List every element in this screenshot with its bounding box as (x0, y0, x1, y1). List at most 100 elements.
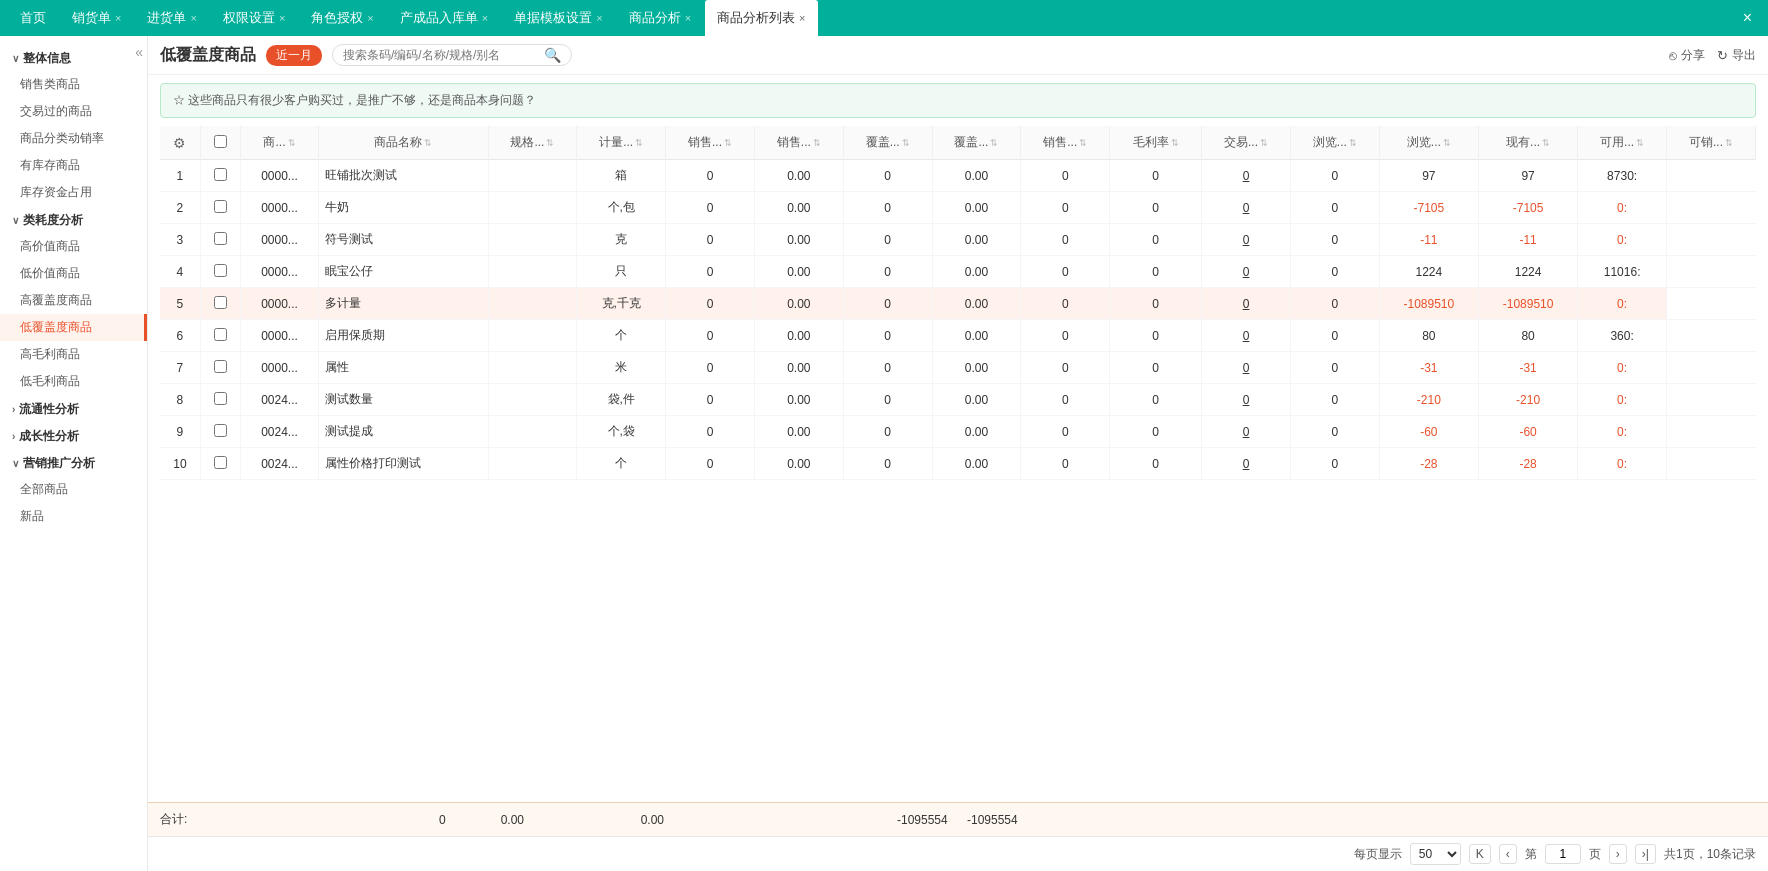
row-link[interactable]: 0 (1202, 384, 1291, 416)
row-checkbox[interactable] (200, 288, 241, 320)
col-s9[interactable]: 浏览...⇅ (1379, 126, 1478, 160)
prev-page-btn[interactable]: ‹ (1499, 844, 1517, 864)
sidebar-item-high-coverage[interactable]: 高覆盖度商品 (0, 287, 147, 314)
page-size-select[interactable]: 50 100 200 (1410, 843, 1461, 865)
col-s8[interactable]: 浏览...⇅ (1290, 126, 1379, 160)
row-checkbox[interactable] (200, 160, 241, 192)
col-s3[interactable]: 覆盖...⇅ (843, 126, 932, 160)
nav-purchase-close[interactable]: × (190, 12, 196, 24)
search-input[interactable] (343, 48, 540, 62)
col-code[interactable]: 商...⇅ (241, 126, 318, 160)
nav-product-close[interactable]: × (482, 12, 488, 24)
row-name[interactable]: 测试提成 (318, 416, 488, 448)
row-s9: -1089510 (1478, 288, 1577, 320)
row-link[interactable]: 0 (1202, 352, 1291, 384)
row-checkbox[interactable] (200, 192, 241, 224)
next-page-btn[interactable]: › (1609, 844, 1627, 864)
first-page-btn[interactable]: K (1469, 844, 1491, 864)
row-checkbox[interactable] (200, 416, 241, 448)
window-close[interactable]: × (1735, 9, 1760, 27)
nav-analysis-list-close[interactable]: × (799, 12, 805, 24)
nav-product[interactable]: 产成品入库单 × (388, 0, 500, 36)
row-name[interactable]: 牛奶 (318, 192, 488, 224)
row-link[interactable]: 0 (1202, 192, 1291, 224)
sidebar-item-category-rate[interactable]: 商品分类动销率 (0, 125, 147, 152)
sidebar-item-high-value[interactable]: 高价值商品 (0, 233, 147, 260)
nav-purchase-label: 进货单 (147, 9, 186, 27)
search-icon[interactable]: 🔍 (544, 47, 561, 63)
col-name[interactable]: 商品名称⇅ (318, 126, 488, 160)
col-s10[interactable]: 现有...⇅ (1478, 126, 1577, 160)
sidebar-item-low-coverage[interactable]: 低覆盖度商品 (0, 314, 147, 341)
col-s7[interactable]: 交易...⇅ (1202, 126, 1291, 160)
sidebar-item-stocked-goods[interactable]: 有库存商品 (0, 152, 147, 179)
sidebar-section-marketing[interactable]: ∨ 营销推广分析 (0, 449, 147, 476)
row-name[interactable]: 属性价格打印测试 (318, 448, 488, 480)
sidebar-section-circulation[interactable]: › 流通性分析 (0, 395, 147, 422)
col-s1[interactable]: 销售...⇅ (666, 126, 755, 160)
nav-analysis[interactable]: 商品分析 × (617, 0, 703, 36)
sidebar-item-low-value[interactable]: 低价值商品 (0, 260, 147, 287)
nav-sales-close[interactable]: × (115, 12, 121, 24)
row-link[interactable]: 0 (1202, 448, 1291, 480)
sidebar-item-low-profit[interactable]: 低毛利商品 (0, 368, 147, 395)
sidebar-item-stock-capital[interactable]: 库存资金占用 (0, 179, 147, 206)
col-s11[interactable]: 可用...⇅ (1578, 126, 1667, 160)
col-s2[interactable]: 销售...⇅ (754, 126, 843, 160)
row-checkbox[interactable] (200, 256, 241, 288)
col-spec[interactable]: 规格...⇅ (488, 126, 577, 160)
col-unit[interactable]: 计量...⇅ (577, 126, 666, 160)
page-input[interactable] (1545, 844, 1581, 864)
row-checkbox[interactable] (200, 224, 241, 256)
sidebar-item-all-goods[interactable]: 全部商品 (0, 476, 147, 503)
col-s5[interactable]: 销售...⇅ (1021, 126, 1110, 160)
nav-role[interactable]: 角色授权 × (299, 0, 385, 36)
nav-purchase[interactable]: 进货单 × (135, 0, 208, 36)
row-checkbox[interactable] (200, 320, 241, 352)
row-name[interactable]: 旺铺批次测试 (318, 160, 488, 192)
nav-role-close[interactable]: × (367, 12, 373, 24)
row-checkbox[interactable] (200, 448, 241, 480)
sidebar-item-traded-goods[interactable]: 交易过的商品 (0, 98, 147, 125)
nav-template-close[interactable]: × (596, 12, 602, 24)
sidebar-item-high-profit[interactable]: 高毛利商品 (0, 341, 147, 368)
sidebar-section-overall[interactable]: ∨ 整体信息 (0, 44, 147, 71)
row-link[interactable]: 0 (1202, 320, 1291, 352)
last-page-btn[interactable]: ›| (1635, 844, 1656, 864)
row-link[interactable]: 0 (1202, 256, 1291, 288)
row-checkbox[interactable] (200, 384, 241, 416)
col-settings[interactable]: ⚙ (160, 126, 200, 160)
row-link[interactable]: 0 (1202, 224, 1291, 256)
share-button[interactable]: ⎋ 分享 (1669, 47, 1705, 64)
col-s12[interactable]: 可销...⇅ (1667, 126, 1756, 160)
nav-analysis-close[interactable]: × (685, 12, 691, 24)
sidebar-section-consume[interactable]: ∨ 类耗度分析 (0, 206, 147, 233)
col-checkbox[interactable] (200, 126, 241, 160)
row-link[interactable]: 0 (1202, 288, 1291, 320)
row-link[interactable]: 0 (1202, 416, 1291, 448)
export-button[interactable]: ↻ 导出 (1717, 47, 1756, 64)
nav-permissions[interactable]: 权限设置 × (211, 0, 297, 36)
row-name[interactable]: 眠宝公仔 (318, 256, 488, 288)
row-unit: 个 (577, 320, 666, 352)
sidebar-collapse-btn[interactable]: « (135, 44, 143, 60)
row-checkbox[interactable] (200, 352, 241, 384)
nav-template[interactable]: 单据模板设置 × (502, 0, 614, 36)
row-name[interactable]: 属性 (318, 352, 488, 384)
row-name[interactable]: 符号测试 (318, 224, 488, 256)
nav-home[interactable]: 首页 (8, 0, 58, 36)
row-name[interactable]: 启用保质期 (318, 320, 488, 352)
row-link[interactable]: 0 (1202, 160, 1291, 192)
period-button[interactable]: 近一月 (266, 45, 322, 66)
sidebar-item-new-goods[interactable]: 新品 (0, 503, 147, 530)
col-s4[interactable]: 覆盖...⇅ (932, 126, 1021, 160)
nav-permissions-close[interactable]: × (279, 12, 285, 24)
nav-analysis-list[interactable]: 商品分析列表 × (705, 0, 817, 36)
row-name[interactable]: 多计量 (318, 288, 488, 320)
nav-sales[interactable]: 销货单 × (60, 0, 133, 36)
sidebar-item-sales-goods[interactable]: 销售类商品 (0, 71, 147, 98)
col-s6[interactable]: 毛利率⇅ (1110, 126, 1202, 160)
sidebar-section-growth[interactable]: › 成长性分析 (0, 422, 147, 449)
select-all-checkbox[interactable] (214, 135, 227, 148)
row-name[interactable]: 测试数量 (318, 384, 488, 416)
